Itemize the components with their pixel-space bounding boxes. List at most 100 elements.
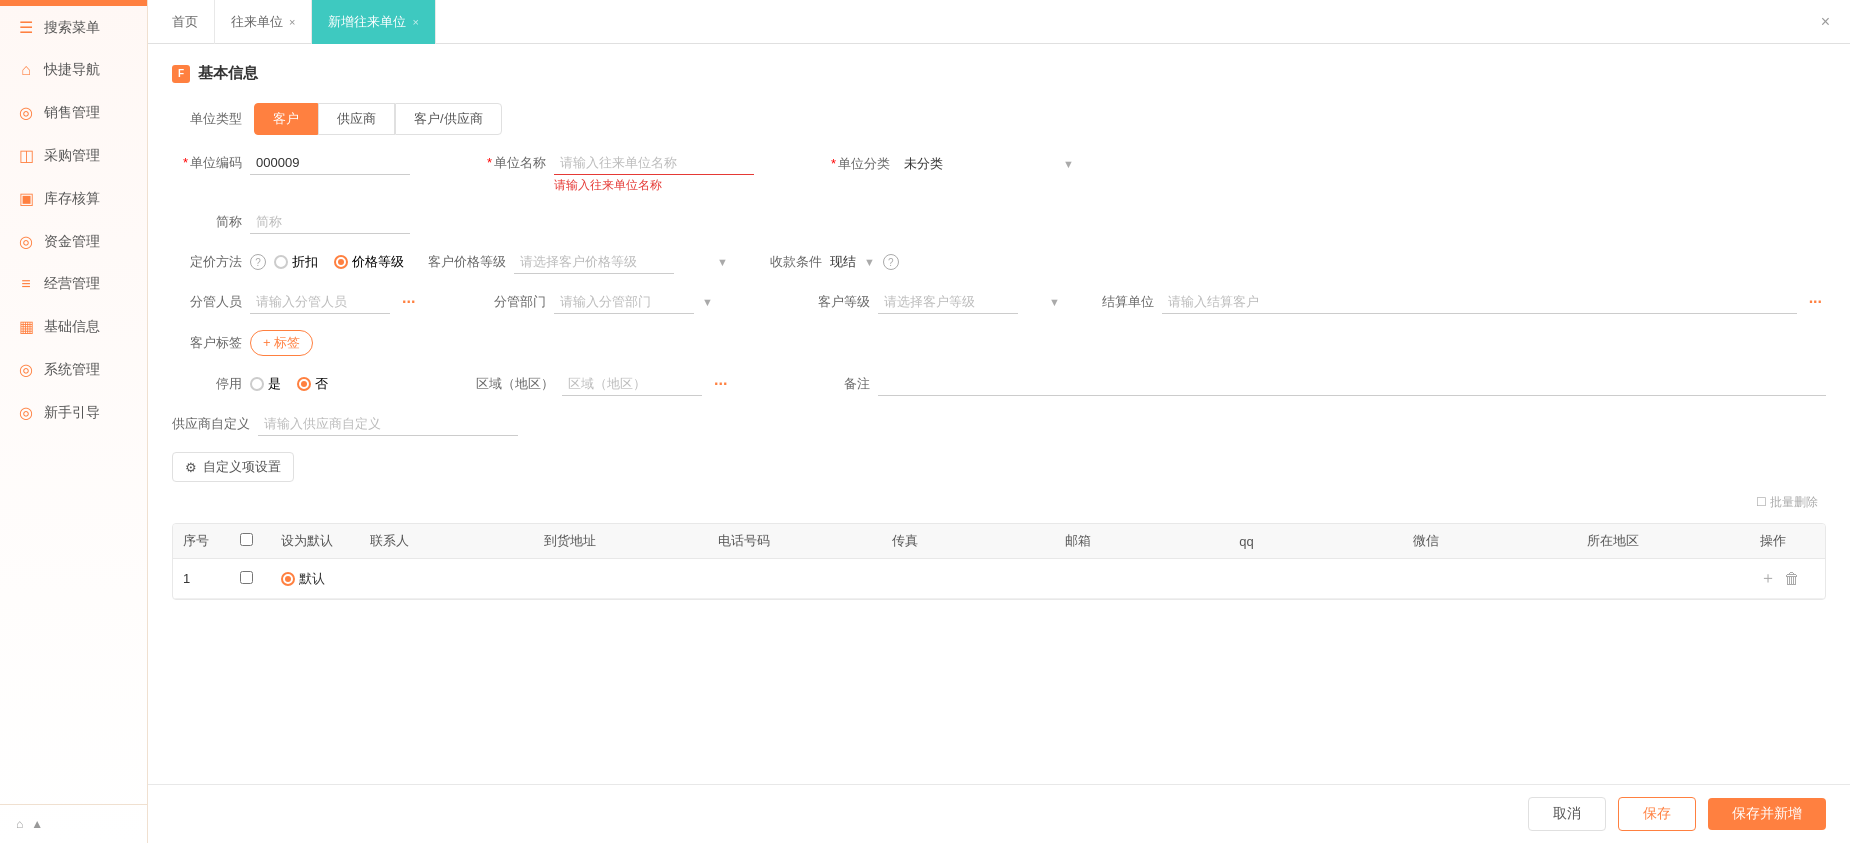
sidebar-item-basic[interactable]: ▦ 基础信息 <box>0 305 147 348</box>
main-area: 首页 往来单位 × 新增往来单位 × × F 基本信息 单位类型 客户 供应商 <box>148 0 1850 843</box>
tab-new-counterparty-label: 新增往来单位 <box>328 13 406 31</box>
sidebar-item-sales[interactable]: ◎ 销售管理 <box>0 91 147 134</box>
batch-delete-area: ☐ 批量删除 <box>172 490 1826 515</box>
sidebar-basic-label: 基础信息 <box>44 318 100 336</box>
row-email-input[interactable] <box>1065 567 1185 590</box>
row-add-btn[interactable]: ＋ <box>1760 568 1776 589</box>
customer-price-level-arrow: ▼ <box>717 256 728 268</box>
sidebar-item-inventory[interactable]: ▣ 库存核算 <box>0 177 147 220</box>
row-contact-input[interactable] <box>370 567 490 590</box>
supervisor-more-btn[interactable]: ··· <box>398 293 419 311</box>
pricing-discount-radio[interactable]: 折扣 <box>274 253 318 271</box>
sidebar-item-search[interactable]: ☰ 搜索菜单 <box>0 6 147 49</box>
remark-label: 备注 <box>800 375 870 393</box>
sidebar-inventory-label: 库存核算 <box>44 190 100 208</box>
sales-icon: ◎ <box>16 103 36 122</box>
customer-level-input[interactable] <box>878 290 1018 314</box>
cancel-button[interactable]: 取消 <box>1528 797 1606 831</box>
tab-counterparty[interactable]: 往来单位 × <box>215 0 312 44</box>
disable-label: 停用 <box>172 375 242 393</box>
custom-settings-button[interactable]: ⚙ 自定义项设置 <box>172 452 294 482</box>
unit-name-error: 请输入往来单位名称 <box>554 178 662 192</box>
row-qq-input[interactable] <box>1239 567 1359 590</box>
row-address-input[interactable] <box>544 567 664 590</box>
tab-new-counterparty[interactable]: 新增往来单位 × <box>312 0 435 44</box>
settlement-unit-input[interactable] <box>1162 290 1797 314</box>
tab-bar: 首页 往来单位 × 新增往来单位 × × <box>148 0 1850 44</box>
unit-type-row: 单位类型 客户 供应商 客户/供应商 <box>172 103 1826 135</box>
row-default-radio[interactable]: 默认 <box>281 570 350 588</box>
gear-icon: ⚙ <box>185 460 197 475</box>
sidebar-item-system[interactable]: ◎ 系统管理 <box>0 348 147 391</box>
sidebar-item-newbie[interactable]: ◎ 新手引导 <box>0 391 147 434</box>
row-check[interactable] <box>240 571 253 584</box>
batch-delete-label[interactable]: 批量删除 <box>1770 495 1818 509</box>
payment-terms-value: 现结 <box>830 253 856 271</box>
tab-counterparty-close[interactable]: × <box>289 16 295 28</box>
sidebar-system-label: 系统管理 <box>44 361 100 379</box>
customer-level-label: 客户等级 <box>800 293 870 311</box>
system-icon: ◎ <box>16 360 36 379</box>
supervisor-input[interactable] <box>250 290 390 314</box>
disable-yes-radio[interactable]: 是 <box>250 375 281 393</box>
settlement-unit-label: 结算单位 <box>1084 293 1154 311</box>
pricing-price-level-label: 价格等级 <box>352 253 404 271</box>
tab-home[interactable]: 首页 <box>156 0 215 44</box>
save-button[interactable]: 保存 <box>1618 797 1696 831</box>
type-btn-supplier[interactable]: 供应商 <box>318 103 395 135</box>
disable-no-radio[interactable]: 否 <box>297 375 328 393</box>
sidebar-ops-label: 经营管理 <box>44 275 100 293</box>
pricing-price-level-radio[interactable]: 价格等级 <box>334 253 404 271</box>
region-input[interactable] <box>562 372 702 396</box>
row-seq: 1 <box>173 559 230 599</box>
customer-price-level-input[interactable] <box>514 250 674 274</box>
sidebar-item-purchase[interactable]: ◫ 采购管理 <box>0 134 147 177</box>
payment-terms-help[interactable]: ? <box>883 254 899 270</box>
type-btn-customer[interactable]: 客户 <box>254 103 318 135</box>
unit-name-label: *单位名称 <box>476 154 546 172</box>
table-row: 1 默认 <box>173 559 1825 599</box>
unit-type-btn-group: 客户 供应商 客户/供应商 <box>254 103 502 135</box>
customer-tag-row: 客户标签 + 标签 <box>172 330 1826 356</box>
department-input[interactable] <box>554 290 694 314</box>
customer-tag-label: 客户标签 <box>172 334 242 352</box>
table-select-all[interactable] <box>240 533 253 546</box>
col-address: 到货地址 <box>534 524 708 559</box>
supplier-custom-input[interactable] <box>258 412 518 436</box>
remark-input[interactable] <box>878 372 1826 396</box>
row-action: ＋ 🗑 <box>1760 568 1815 589</box>
close-all-button[interactable]: × <box>1809 13 1842 31</box>
unit-category-arrow: ▼ <box>1063 158 1074 170</box>
unit-name-input[interactable] <box>554 151 754 175</box>
row-wechat-input[interactable] <box>1413 567 1533 590</box>
row-region-input[interactable] <box>1587 567 1707 590</box>
row-fax-input[interactable] <box>892 567 1012 590</box>
abbr-input[interactable] <box>250 210 410 234</box>
sidebar-bottom-icon2: ▲ <box>31 817 43 831</box>
payment-terms-label: 收款条件 <box>752 253 822 271</box>
row-default-label: 默认 <box>299 570 325 588</box>
tab-new-counterparty-close[interactable]: × <box>412 16 418 28</box>
pricing-help-icon[interactable]: ? <box>250 254 266 270</box>
region-label: 区域（地区） <box>476 375 554 393</box>
sidebar-item-finance[interactable]: ◎ 资金管理 <box>0 220 147 263</box>
purchase-icon: ◫ <box>16 146 36 165</box>
tab-home-label: 首页 <box>172 13 198 31</box>
add-tag-button[interactable]: + 标签 <box>250 330 313 356</box>
region-more-btn[interactable]: ··· <box>710 375 731 393</box>
search-menu-icon: ☰ <box>16 18 36 37</box>
disable-yes-circle <box>250 377 264 391</box>
unit-code-input[interactable] <box>250 151 410 175</box>
row-delete-btn[interactable]: 🗑 <box>1784 570 1800 588</box>
settlement-more-btn[interactable]: ··· <box>1805 293 1826 311</box>
unit-category-label: *单位分类 <box>820 155 890 173</box>
sidebar-item-ops[interactable]: ≡ 经营管理 <box>0 263 147 305</box>
sidebar-sales-label: 销售管理 <box>44 104 100 122</box>
sidebar-item-quicknav[interactable]: ⌂ 快捷导航 <box>0 49 147 91</box>
unit-code-name-row: *单位编码 *单位名称 请输入往来单位名称 *单位分类 未分类 ▼ <box>172 151 1826 194</box>
row-phone-input[interactable] <box>718 567 838 590</box>
save-new-button[interactable]: 保存并新增 <box>1708 798 1826 830</box>
type-btn-both[interactable]: 客户/供应商 <box>395 103 502 135</box>
form-content: F 基本信息 单位类型 客户 供应商 客户/供应商 *单位编码 *单位 <box>148 44 1850 784</box>
supervisor-label: 分管人员 <box>172 293 242 311</box>
